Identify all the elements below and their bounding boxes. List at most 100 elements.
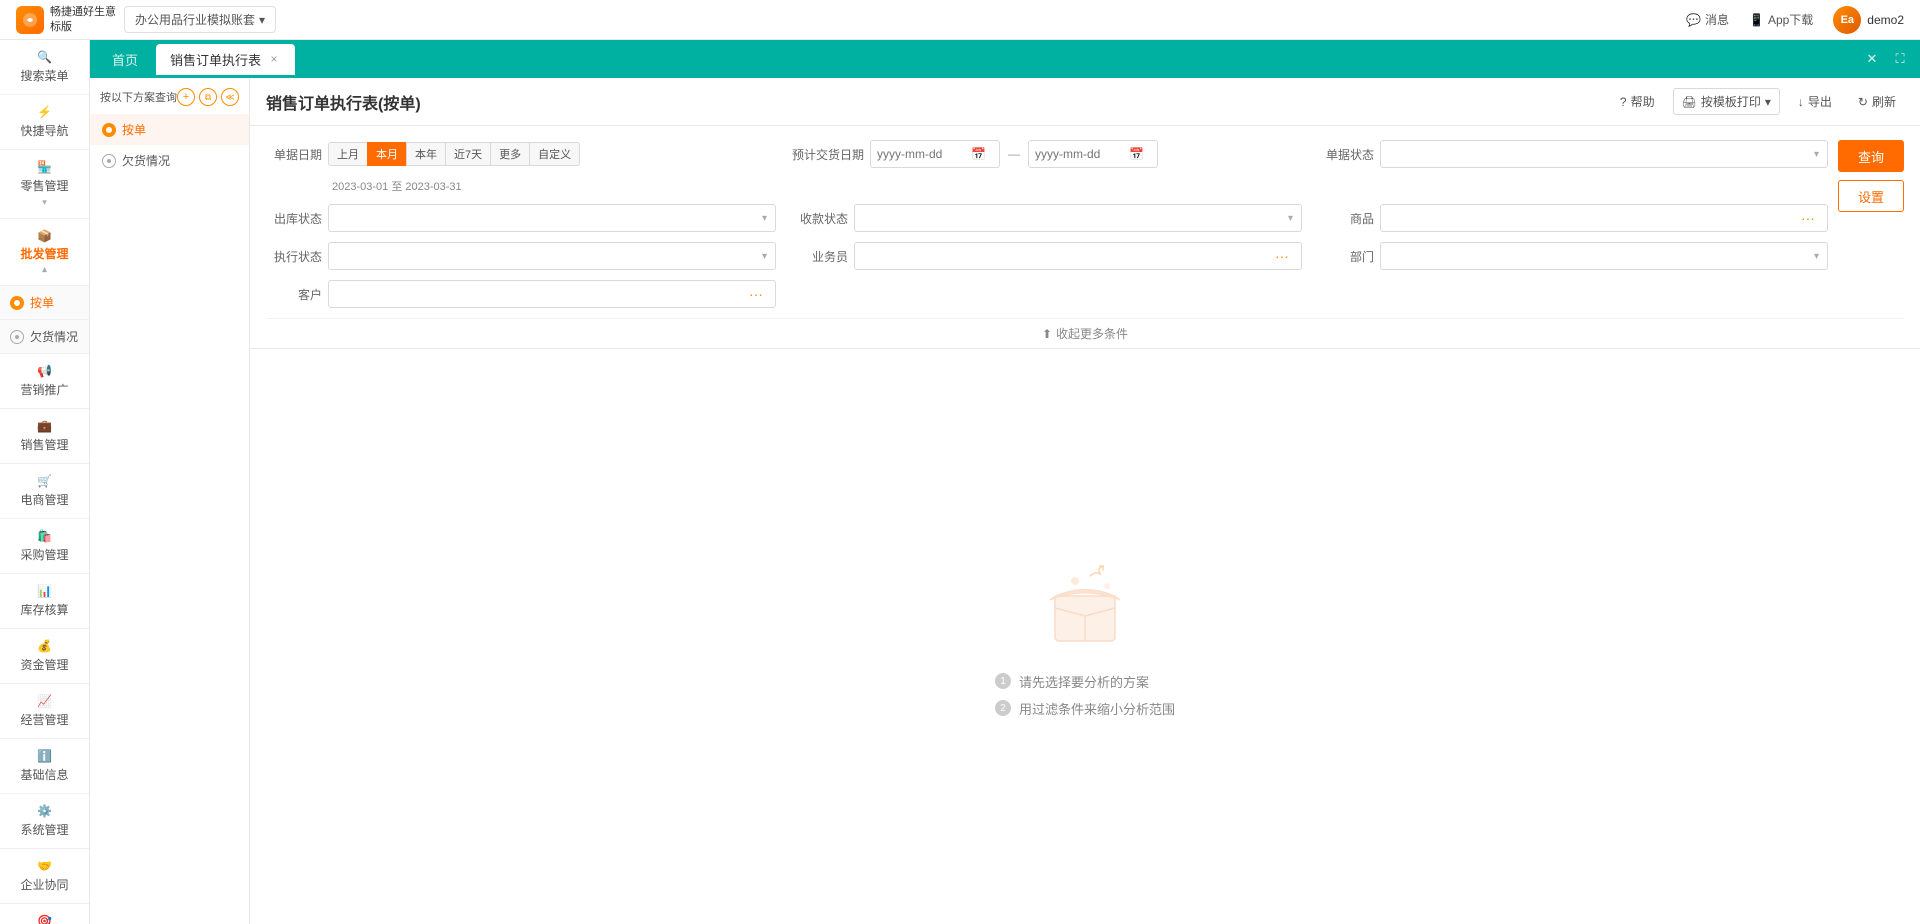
filter-row-2: 出库状态 ▾ 收款状态 [266,204,1828,232]
salesperson-filter-cell: 业务员 ··· [792,242,1302,270]
user-area[interactable]: Ea demo2 [1833,6,1904,34]
customer-input[interactable]: ··· [328,280,776,308]
tab-close-icon[interactable]: × [267,52,281,66]
help-icon: ? [1620,95,1627,109]
sidebar-item-wholesale[interactable]: 📦 批发管理 ▴ [0,219,89,286]
date-tab-more[interactable]: 更多 [490,142,529,166]
empty-tip-2: 2 用过滤条件来缩小分析范围 [995,699,1175,718]
results-area: 1 请先选择要分析的方案 2 用过滤条件来缩小分析范围 [250,349,1920,924]
goods-more-icon[interactable]: ··· [1797,210,1819,226]
help-button[interactable]: ? 帮助 [1612,89,1663,114]
sidebar-item-purchase[interactable]: 🛍️ 采购管理 [0,519,89,574]
user-name: demo2 [1867,13,1904,27]
salesperson-input[interactable]: ··· [854,242,1302,270]
bill-status-select[interactable]: ▾ [1380,140,1828,168]
department-label: 部门 [1318,248,1374,265]
content-area: 首页 销售订单执行表 × ✕ ⛶ 按以下方案查询 + ⧉ ≪ [90,40,1920,924]
tab-home[interactable]: 首页 [98,44,152,75]
order-plan-icon [102,123,116,137]
empty-tip-1: 1 请先选择要分析的方案 [995,672,1175,691]
sidebar-item-inventory[interactable]: 📊 库存核算 [0,574,89,629]
collapse-panel-button[interactable]: ≪ [221,88,239,106]
date-range-display: 2023-03-01 至 2023-03-31 [266,178,1828,194]
copy-plan-button[interactable]: ⧉ [199,88,217,106]
tab-close-window-button[interactable]: ✕ [1860,47,1884,71]
exec-status-arrow-icon: ▾ [762,251,767,262]
add-plan-button[interactable]: + [177,88,195,106]
sidebar-item-marketing[interactable]: 📢 营销推广 [0,354,89,409]
query-button[interactable]: 查询 [1838,140,1904,172]
department-select[interactable]: ▾ [1380,242,1828,270]
date-tab-custom[interactable]: 自定义 [529,142,580,166]
sidebar-item-search[interactable]: 🔍 搜索菜单 [0,40,89,95]
date-tab-last7[interactable]: 近7天 [445,142,490,166]
basic-info-icon: ℹ️ [37,749,52,763]
print-dropdown-icon: ▾ [1765,95,1771,109]
sidebar-sub-item-order[interactable]: 按单 [0,286,89,320]
salesperson-more-icon[interactable]: ··· [1271,248,1293,264]
bill-date-filter-cell: 单据日期 上月 本月 本年 近7天 更多 自定义 [266,142,776,166]
sidebar-item-enterprise[interactable]: 🤝 企业协同 [0,849,89,904]
sidebar-item-basic-info[interactable]: ℹ️ 基础信息 [0,739,89,794]
nav-selector[interactable]: 办公用品行业模拟账套 ▾ [124,6,276,33]
sidebar-item-business[interactable]: 📈 经营管理 [0,684,89,739]
wholesale-expand-icon: ▴ [42,264,47,275]
payment-label: 收款状态 [792,210,848,227]
enterprise-icon: 🤝 [37,859,52,873]
out-stock-select[interactable]: ▾ [328,204,776,232]
logo-area: 畅捷通好生意 标版 [16,5,116,34]
out-stock-filter-cell: 出库状态 ▾ [266,204,776,232]
sidebar-item-system[interactable]: ⚙️ 系统管理 [0,794,89,849]
date-tab-this-year[interactable]: 本年 [406,142,445,166]
predicted-date-from-input[interactable]: 📅 [870,140,1000,168]
predicted-date-to-input[interactable]: 📅 [1028,140,1158,168]
out-stock-control: ▾ [328,204,776,232]
predicted-date-to-field[interactable] [1035,147,1125,161]
salesperson-label: 业务员 [792,248,848,265]
collapse-more-button[interactable]: ⬆ 收起更多条件 [266,318,1904,348]
refresh-button[interactable]: ↻ 刷新 [1850,89,1904,114]
sidebar-item-quick-nav[interactable]: ⚡ 快捷导航 [0,95,89,150]
print-icon: 🖨 [1682,95,1697,109]
collapse-icon: ⬆ [1042,327,1052,341]
sidebar-item-retail[interactable]: 🏪 零售管理 ▾ [0,150,89,219]
date-range-separator: — [1004,147,1024,161]
plan-item-order[interactable]: 按单 [90,114,249,145]
ecommerce-icon: 🛒 [37,474,52,488]
app-logo-icon [16,6,44,34]
newbie-icon: 🎯 [37,914,52,924]
sidebar-item-newbie[interactable]: 🎯 新手引导 [0,904,89,924]
tab-maximize-button[interactable]: ⛶ [1888,47,1912,71]
sidebar-item-finance[interactable]: 💰 资金管理 [0,629,89,684]
header-left: 畅捷通好生意 标版 办公用品行业模拟账套 ▾ [16,5,276,34]
left-panel-actions: + ⧉ ≪ [177,88,239,106]
exec-status-select[interactable]: ▾ [328,242,776,270]
sales-icon: 💼 [37,419,52,433]
logo-text: 畅捷通好生意 标版 [50,5,116,34]
department-control: ▾ [1380,242,1828,270]
goods-input[interactable]: ··· [1380,204,1828,232]
sidebar-item-sales-mgmt[interactable]: 💼 销售管理 [0,409,89,464]
sidebar-item-ecommerce[interactable]: 🛒 电商管理 [0,464,89,519]
predicted-date-from-field[interactable] [877,147,967,161]
app-download-action[interactable]: 📱 App下载 [1749,11,1813,28]
retail-icon: 🏪 [37,160,52,174]
goods-filter-cell: 商品 ··· [1318,204,1828,232]
export-button[interactable]: ↓ 导出 [1790,89,1840,114]
exec-status-filter-cell: 执行状态 ▾ [266,242,776,270]
header-right: 💬 消息 📱 App下载 Ea demo2 [1686,6,1904,34]
message-action[interactable]: 💬 消息 [1686,11,1729,28]
date-tab-last-month[interactable]: 上月 [328,142,367,166]
out-stock-label: 出库状态 [266,210,322,227]
customer-more-icon[interactable]: ··· [745,286,767,302]
predicted-date-filter-cell: 预计交货日期 📅 — [792,140,1302,168]
print-button[interactable]: 🖨 按模板打印 ▾ [1673,88,1780,115]
settings-button[interactable]: 设置 [1838,180,1904,212]
payment-select[interactable]: ▾ [854,204,1302,232]
tab-sales-order[interactable]: 销售订单执行表 × [156,44,295,75]
sidebar-sub-item-debt[interactable]: 欠货情况 [0,320,89,354]
department-arrow-icon: ▾ [1814,251,1819,262]
filter-main-left: 单据日期 上月 本月 本年 近7天 更多 自定义 [266,140,1828,314]
plan-item-debt[interactable]: 欠货情况 [90,145,249,176]
date-tab-this-month[interactable]: 本月 [367,142,406,166]
